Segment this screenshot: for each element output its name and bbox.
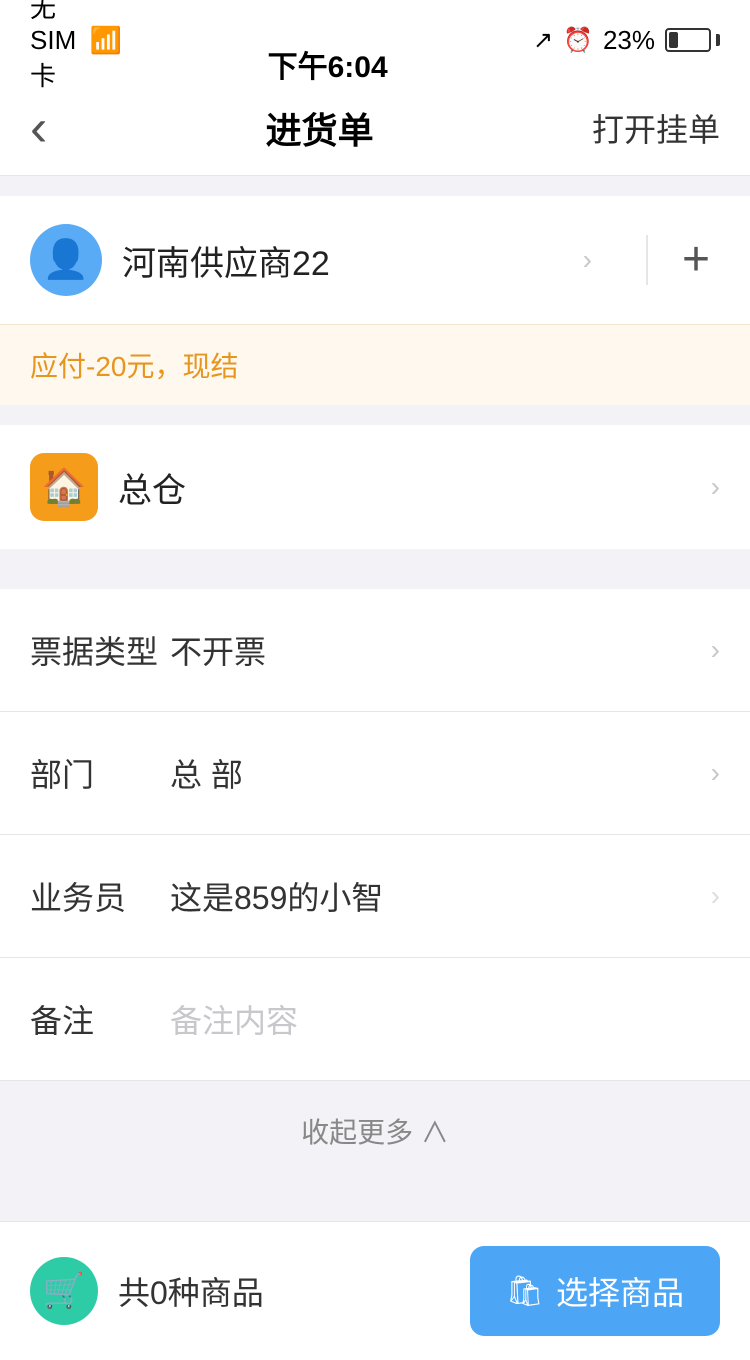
nav-bar: ‹ 进货单 打开挂单 xyxy=(0,80,750,176)
department-value: 总 部 xyxy=(170,750,701,796)
warehouse-row[interactable]: 🏠 总仓 › xyxy=(0,425,750,549)
time-display: 下午6:04 xyxy=(268,42,388,86)
main-content: 👤 河南供应商22 › + 应付-20元，现结 🏠 总仓 › 票据类型 不开票 xyxy=(0,176,750,1360)
salesperson-row[interactable]: 业务员 这是859的小智 › xyxy=(0,835,750,958)
section-divider-3 xyxy=(0,549,750,569)
warehouse-icon: 🏠 xyxy=(42,466,87,508)
status-right: ↗ ⏰ 23% xyxy=(533,25,720,56)
section-divider-1 xyxy=(0,176,750,196)
open-pending-button[interactable]: 打开挂单 xyxy=(592,105,720,151)
select-product-button[interactable]: 🛍 选择商品 xyxy=(470,1246,720,1336)
section-divider-4 xyxy=(0,1181,750,1201)
alert-banner: 应付-20元，现结 xyxy=(0,324,750,405)
salesperson-label: 业务员 xyxy=(30,873,170,919)
warehouse-name: 总仓 xyxy=(118,463,711,512)
product-count: 共0种商品 xyxy=(118,1268,470,1314)
person-icon: 👤 xyxy=(42,238,89,282)
warehouse-section: 🏠 总仓 › xyxy=(0,425,750,549)
gps-icon: ↗ xyxy=(533,26,553,55)
warehouse-chevron-icon: › xyxy=(711,471,720,503)
supplier-section: 👤 河南供应商22 › + 应付-20元，现结 xyxy=(0,196,750,405)
select-product-label: 选择商品 xyxy=(556,1268,684,1314)
battery-indicator xyxy=(665,28,720,52)
remarks-placeholder[interactable]: 备注内容 xyxy=(170,996,720,1042)
back-button[interactable]: ‹ xyxy=(30,102,47,154)
salesperson-value: 这是859的小智 xyxy=(170,873,701,919)
warehouse-icon-wrap: 🏠 xyxy=(30,453,98,521)
supplier-chevron-icon: › xyxy=(583,244,592,276)
department-chevron-icon: › xyxy=(711,757,720,789)
status-bar: 无 SIM 卡 📶 下午6:04 ↗ ⏰ 23% xyxy=(0,0,750,80)
bottom-bar: 🛒 共0种商品 🛍 选择商品 xyxy=(0,1221,750,1360)
product-icon: 🛒 xyxy=(43,1271,85,1311)
supplier-name: 河南供应商22 xyxy=(122,236,583,285)
invoice-type-chevron-icon: › xyxy=(711,634,720,666)
department-label: 部门 xyxy=(30,750,170,796)
battery-percent: 23% xyxy=(603,25,655,56)
remarks-label: 备注 xyxy=(30,996,170,1042)
status-left: 无 SIM 卡 📶 xyxy=(30,0,122,93)
invoice-type-value: 不开票 xyxy=(170,627,701,673)
department-row[interactable]: 部门 总 部 › xyxy=(0,712,750,835)
collapse-label[interactable]: 收起更多 ∧ xyxy=(301,1111,449,1151)
supplier-row[interactable]: 👤 河南供应商22 › + xyxy=(0,196,750,324)
alert-text: 应付-20元，现结 xyxy=(30,351,238,382)
page-title: 进货单 xyxy=(266,102,374,154)
supplier-divider xyxy=(646,235,648,285)
remarks-row[interactable]: 备注 备注内容 xyxy=(0,958,750,1080)
product-icon-wrap: 🛒 xyxy=(30,1257,98,1325)
salesperson-chevron-icon: › xyxy=(711,880,720,912)
section-divider-2 xyxy=(0,405,750,425)
wifi-icon: 📶 xyxy=(90,25,122,56)
select-product-icon: 🛍 xyxy=(506,1274,544,1309)
carrier-label: 无 SIM 卡 xyxy=(30,0,80,93)
invoice-type-row[interactable]: 票据类型 不开票 › xyxy=(0,589,750,712)
invoice-type-label: 票据类型 xyxy=(30,627,170,673)
supplier-avatar: 👤 xyxy=(30,224,102,296)
add-supplier-button[interactable]: + xyxy=(672,236,720,284)
collapse-section[interactable]: 收起更多 ∧ xyxy=(0,1080,750,1181)
alarm-icon: ⏰ xyxy=(563,26,593,55)
form-section: 票据类型 不开票 › 部门 总 部 › 业务员 这是859的小智 › 备注 备注… xyxy=(0,589,750,1080)
